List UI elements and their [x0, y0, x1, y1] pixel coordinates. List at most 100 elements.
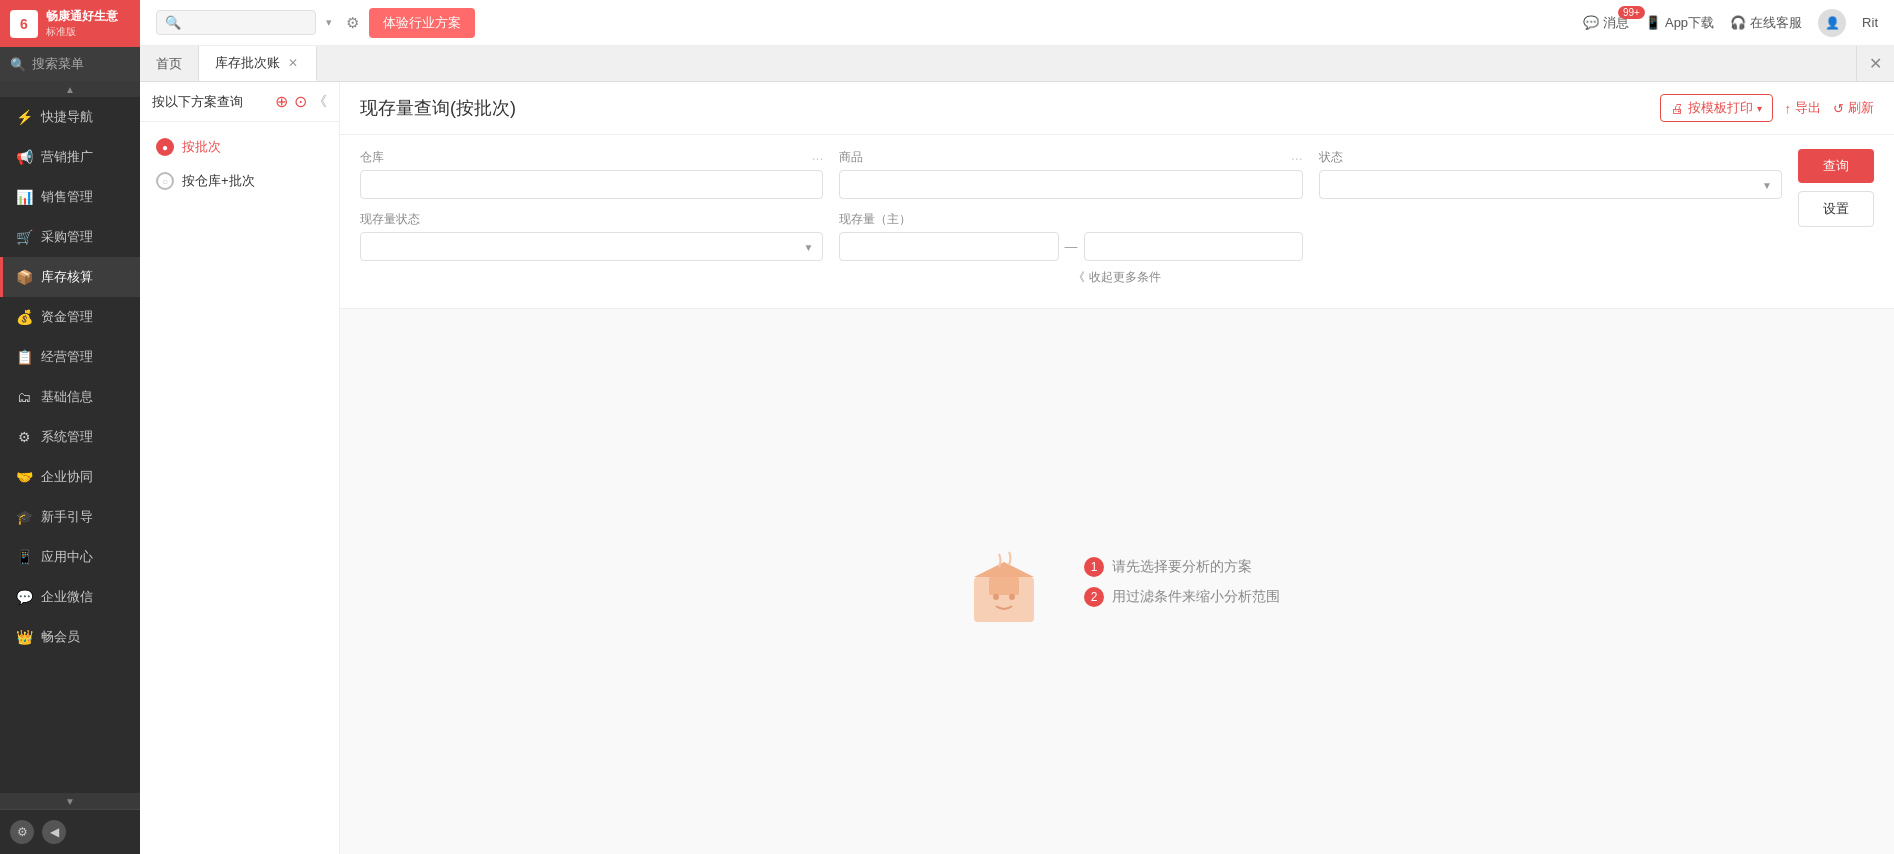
svg-point-3 — [993, 594, 999, 600]
empty-tip-1: 1 请先选择要分析的方案 — [1084, 557, 1280, 577]
topbar-search-input[interactable] — [185, 16, 265, 30]
sidebar-item-quicknav[interactable]: ⚡ 快捷导航 — [0, 97, 140, 137]
sidebar-item-purchase[interactable]: 🛒 采购管理 — [0, 217, 140, 257]
sidebar-item-label: 营销推广 — [41, 148, 93, 166]
scheme-item-by-warehouse-batch[interactable]: ○ 按仓库+批次 — [140, 164, 339, 198]
print-chevron-icon: ▾ — [1757, 103, 1762, 114]
sidebar-item-basic[interactable]: 🗂 基础信息 — [0, 377, 140, 417]
online-service-button[interactable]: 🎧 在线客服 — [1730, 14, 1802, 32]
sidebar-item-finance[interactable]: 💰 资金管理 — [0, 297, 140, 337]
sidebar-item-label: 采购管理 — [41, 228, 93, 246]
sidebar-item-marketing[interactable]: 📢 营销推广 — [0, 137, 140, 177]
add-scheme-icon[interactable]: ⊕ — [275, 92, 288, 111]
tabs-bar: 首页 库存批次账 ✕ ✕ — [140, 46, 1894, 82]
tip-text-2: 用过滤条件来缩小分析范围 — [1112, 588, 1280, 606]
app-version: 标准版 — [46, 25, 118, 39]
query-button[interactable]: 查询 — [1798, 149, 1874, 183]
refresh-button[interactable]: ↺ 刷新 — [1833, 99, 1874, 117]
settings-footer-icon[interactable]: ⚙ — [10, 820, 34, 844]
scheme-label: 按仓库+批次 — [182, 172, 255, 190]
inventory-qty-max-input[interactable] — [1084, 232, 1303, 261]
warehouse-label: 仓库 — [360, 149, 384, 166]
trial-button[interactable]: 体验行业方案 — [369, 8, 475, 38]
tab-home[interactable]: 首页 — [140, 46, 199, 81]
search-icon: 🔍 — [10, 57, 26, 72]
refresh-icon: ↺ — [1833, 101, 1844, 116]
collapse-label: 收起更多条件 — [1089, 269, 1161, 286]
topbar-search-icon: 🔍 — [165, 15, 181, 30]
warehouse-input[interactable] — [360, 170, 823, 199]
tab-close-icon[interactable]: ✕ — [286, 56, 300, 70]
sidebar-item-operations[interactable]: 📋 经营管理 — [0, 337, 140, 377]
sidebar-item-system[interactable]: ⚙ 系统管理 — [0, 417, 140, 457]
warehouse-more-icon[interactable]: ··· — [812, 150, 824, 166]
sidebar: 6 畅康通好生意 标准版 🔍 搜索菜单 ▲ ⚡ 快捷导航 📢 营销推广 📊 销售… — [0, 0, 140, 854]
sidebar-header: 6 畅康通好生意 标准版 — [0, 0, 140, 47]
scheme-title: 按以下方案查询 — [152, 93, 243, 111]
sidebar-item-label: 基础信息 — [41, 388, 93, 406]
scheme-settings-icon[interactable]: ⊙ — [294, 92, 307, 111]
sidebar-item-label: 销售管理 — [41, 188, 93, 206]
sidebar-scroll-up[interactable]: ▲ — [0, 81, 140, 97]
topbar-gear-icon[interactable]: ⚙ — [346, 14, 359, 32]
sales-icon: 📊 — [15, 188, 33, 206]
headset-icon: 🎧 — [1730, 15, 1746, 30]
enterprise-icon: 🤝 — [15, 468, 33, 486]
left-panel-actions: ⊕ ⊙ 《 — [275, 92, 327, 111]
product-input[interactable] — [839, 170, 1302, 199]
sidebar-item-appcenter[interactable]: 📱 应用中心 — [0, 537, 140, 577]
collapse-more-button[interactable]: 《 收起更多条件 — [360, 261, 1874, 294]
sidebar-item-label: 企业协同 — [41, 468, 93, 486]
inventory-status-select[interactable] — [360, 232, 823, 261]
toggle-sidebar-icon[interactable]: ◀ — [42, 820, 66, 844]
sidebar-item-label: 快捷导航 — [41, 108, 93, 126]
svg-rect-2 — [989, 577, 1019, 595]
product-more-icon[interactable]: ··· — [1291, 150, 1303, 166]
sidebar-search[interactable]: 🔍 搜索菜单 — [0, 47, 140, 81]
tab-inventory-batch[interactable]: 库存批次账 ✕ — [199, 46, 317, 81]
inventory-qty-min-input[interactable] — [839, 232, 1058, 261]
status-label: 状态 — [1319, 149, 1343, 166]
user-avatar[interactable]: 👤 — [1818, 9, 1846, 37]
username-label: Rit — [1862, 15, 1878, 30]
topbar-chevron-icon[interactable]: ▾ — [326, 16, 332, 29]
scheme-item-by-batch[interactable]: ● 按批次 — [140, 130, 339, 164]
filter-area: 仓库 ··· 商品 ··· — [340, 135, 1894, 309]
export-button[interactable]: ↑ 导出 — [1785, 99, 1822, 117]
inventory-icon: 📦 — [15, 268, 33, 286]
status-select[interactable] — [1319, 170, 1782, 199]
app-download-button[interactable]: 📱 App下载 — [1645, 14, 1714, 32]
sidebar-scroll-down[interactable]: ▼ — [0, 793, 140, 809]
tabs-close-all-icon[interactable]: ✕ — [1856, 46, 1894, 81]
range-dash: — — [1065, 239, 1078, 254]
tab-inventory-batch-label: 库存批次账 — [215, 54, 280, 72]
product-field: 商品 ··· — [839, 149, 1302, 199]
app-logo: 6 — [10, 10, 38, 38]
message-icon: 💬 — [1583, 15, 1599, 30]
appcenter-icon: 📱 — [15, 548, 33, 566]
search-label: 搜索菜单 — [32, 55, 84, 73]
collapse-panel-icon[interactable]: 《 — [313, 93, 327, 111]
sidebar-item-inventory[interactable]: 📦 库存核算 — [0, 257, 140, 297]
sidebar-item-member[interactable]: 👑 畅会员 — [0, 617, 140, 657]
print-button[interactable]: 🖨 按模板打印 ▾ — [1660, 94, 1773, 122]
sidebar-item-newbie[interactable]: 🎓 新手引导 — [0, 497, 140, 537]
scheme-outline-dot: ○ — [156, 172, 174, 190]
tip-num-2: 2 — [1084, 587, 1104, 607]
tip-text-1: 请先选择要分析的方案 — [1112, 558, 1252, 576]
sidebar-item-label: 系统管理 — [41, 428, 93, 446]
sidebar-item-label: 企业微信 — [41, 588, 93, 606]
settings-button[interactable]: 设置 — [1798, 191, 1874, 227]
messages-button[interactable]: 💬 消息 99+ — [1583, 14, 1629, 32]
main-area: 🔍 ▾ ⚙ 体验行业方案 💬 消息 99+ 📱 App下载 🎧 在线客服 👤 — [140, 0, 1894, 854]
sidebar-item-corpwx[interactable]: 💬 企业微信 — [0, 577, 140, 617]
topbar: 🔍 ▾ ⚙ 体验行业方案 💬 消息 99+ 📱 App下载 🎧 在线客服 👤 — [140, 0, 1894, 46]
page-header-actions: 🖨 按模板打印 ▾ ↑ 导出 ↺ 刷新 — [1660, 94, 1875, 134]
sidebar-item-enterprise[interactable]: 🤝 企业协同 — [0, 457, 140, 497]
quicknav-icon: ⚡ — [15, 108, 33, 126]
sidebar-item-label: 新手引导 — [41, 508, 93, 526]
phone-icon: 📱 — [1645, 15, 1661, 30]
topbar-search-box[interactable]: 🔍 — [156, 10, 316, 35]
scheme-active-dot: ● — [156, 138, 174, 156]
sidebar-item-sales[interactable]: 📊 销售管理 — [0, 177, 140, 217]
